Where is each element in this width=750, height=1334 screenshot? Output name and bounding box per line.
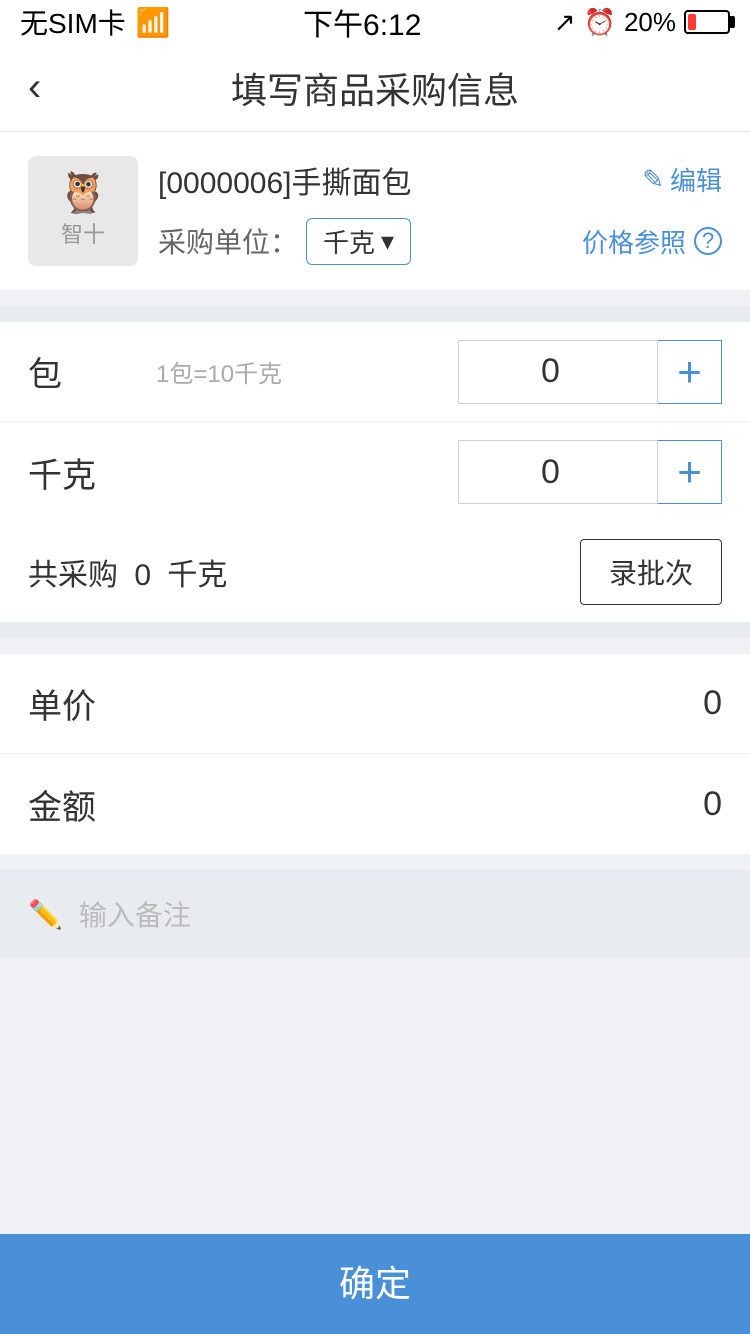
kg-input[interactable]	[458, 440, 658, 504]
product-info: [0000006]手撕面包 ✎ 编辑 采购单位： 千克 ▾ 价格参照 ?	[158, 158, 722, 265]
record-batch-button[interactable]: 录批次	[580, 539, 722, 605]
location-icon: ↗	[554, 7, 576, 38]
amount-label: 金额	[28, 780, 96, 829]
wifi-icon: 📶	[136, 6, 171, 39]
edit-label: 编辑	[670, 161, 722, 198]
confirm-button[interactable]: 确定	[0, 1234, 750, 1334]
product-name: [0000006]手撕面包	[158, 158, 411, 202]
chevron-down-icon: ▾	[381, 226, 394, 257]
product-unit-row: 采购单位： 千克 ▾ 价格参照 ?	[158, 218, 722, 265]
time-label: 下午6:12	[303, 0, 421, 44]
bao-input-row: 包 1包=10千克 +	[0, 322, 750, 422]
summary-unit: 千克	[167, 559, 227, 592]
price-reference-button[interactable]: 价格参照 ?	[582, 223, 722, 260]
product-name-row: [0000006]手撕面包 ✎ 编辑	[158, 158, 722, 202]
product-thumbnail: 🦉 智十	[28, 156, 138, 266]
notes-section[interactable]: ✏️ 输入备注	[0, 870, 750, 958]
amount-value: 0	[703, 785, 722, 824]
summary-text: 共采购 0 千克	[28, 550, 227, 594]
nav-bar: ‹ 填写商品采购信息	[0, 44, 750, 132]
page-title: 填写商品采购信息	[231, 62, 519, 114]
edit-icon: ✎	[642, 164, 664, 195]
bao-label: 包	[28, 347, 148, 396]
info-icon: ?	[694, 227, 722, 255]
pencil-icon: ✏️	[28, 898, 63, 931]
edit-button[interactable]: ✎ 编辑	[642, 161, 722, 198]
amount-row: 金额 0	[0, 754, 750, 854]
unit-select[interactable]: 千克 ▾	[306, 218, 411, 265]
bao-sublabel: 1包=10千克	[156, 354, 282, 389]
summary-row: 共采购 0 千克 录批次	[0, 522, 750, 622]
bao-controls: +	[458, 340, 722, 404]
status-bar: 无SIM卡 📶 下午6:12 ↗ ⏰ 20%	[0, 0, 750, 44]
bao-plus-button[interactable]: +	[658, 340, 722, 404]
product-thumb-owl: 🦉	[58, 173, 108, 213]
section-divider-1	[0, 306, 750, 322]
unit-price-row: 单价 0	[0, 654, 750, 754]
kg-label: 千克	[28, 448, 148, 497]
status-bar-right: ↗ ⏰ 20%	[554, 7, 730, 38]
battery-icon	[684, 10, 730, 34]
quantity-input-section: 包 1包=10千克 + 千克 +	[0, 322, 750, 522]
summary-prefix: 共采购	[28, 559, 118, 592]
empty-space	[0, 958, 750, 1258]
notes-input[interactable]: 输入备注	[79, 894, 191, 934]
battery-percent: 20%	[624, 7, 676, 38]
kg-input-row: 千克 +	[0, 422, 750, 522]
summary-amount: 0	[134, 559, 151, 592]
unit-price-label: 单价	[28, 679, 96, 728]
kg-controls: +	[458, 440, 722, 504]
battery-fill	[688, 14, 696, 30]
product-card: 🦉 智十 [0000006]手撕面包 ✎ 编辑 采购单位： 千克 ▾ 价格参照 …	[0, 132, 750, 290]
unit-label: 采购单位：	[158, 221, 298, 261]
price-ref-label: 价格参照	[582, 223, 686, 260]
carrier-label: 无SIM卡	[20, 2, 126, 42]
price-section: 单价 0 金额 0	[0, 654, 750, 854]
kg-plus-button[interactable]: +	[658, 440, 722, 504]
bao-input[interactable]	[458, 340, 658, 404]
unit-price-value: 0	[703, 684, 722, 723]
back-button[interactable]: ‹	[28, 65, 41, 110]
product-thumb-text: 智十	[61, 217, 105, 249]
status-bar-left: 无SIM卡 📶	[20, 2, 171, 42]
unit-value: 千克	[323, 223, 375, 260]
alarm-icon: ⏰	[584, 7, 616, 38]
section-divider-2	[0, 622, 750, 638]
